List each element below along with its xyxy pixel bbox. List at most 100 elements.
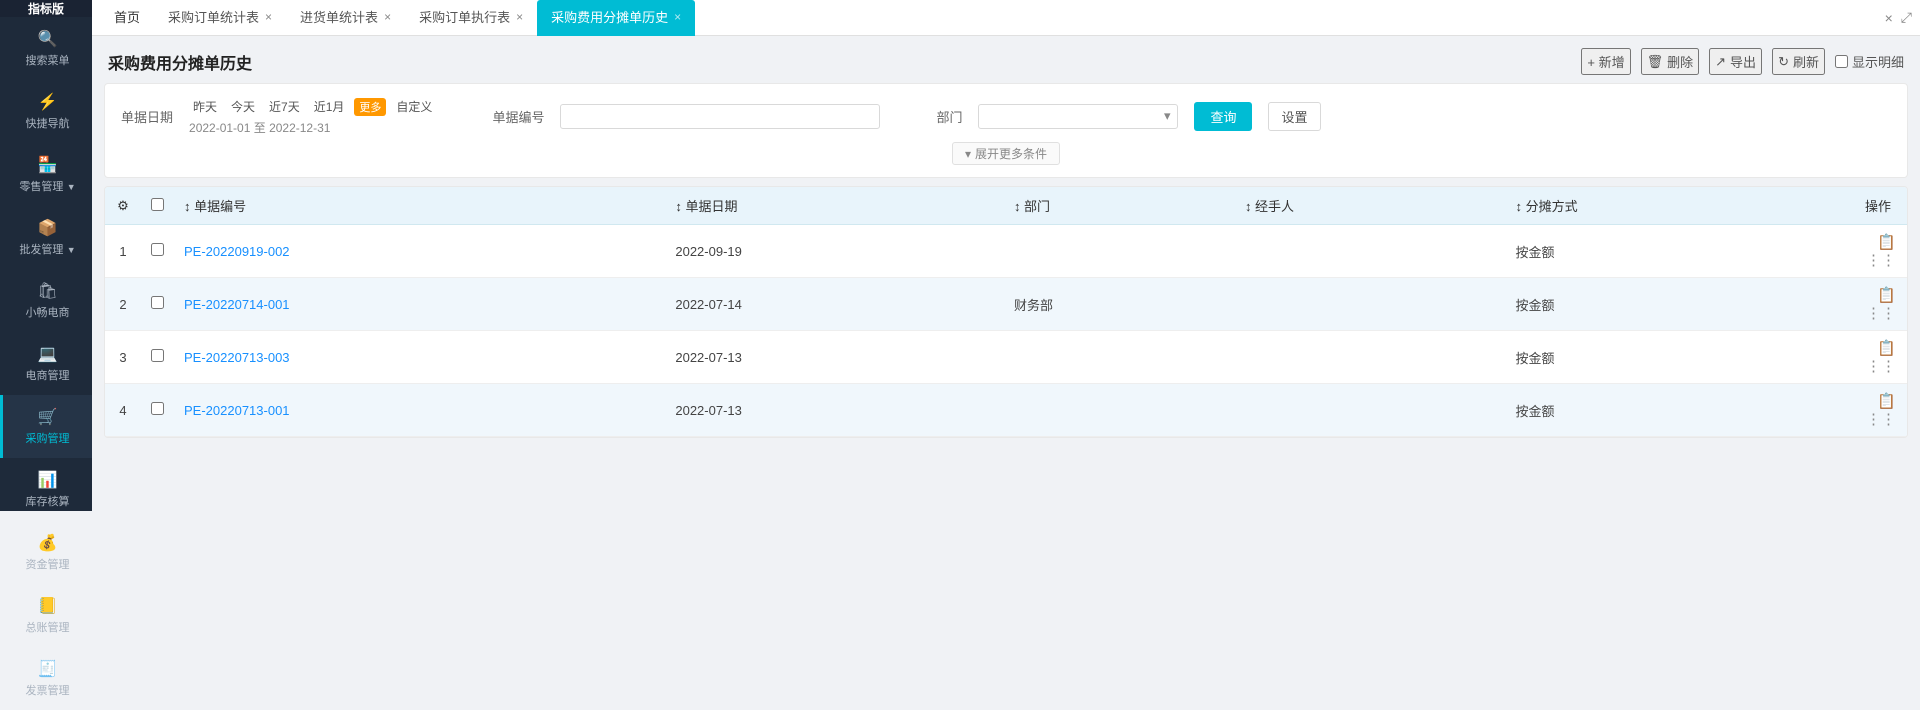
row-4-select[interactable]: [151, 402, 164, 415]
ecom-icon: 💻: [11, 344, 84, 364]
row-1-doc-date: 2022-09-19: [665, 225, 1004, 278]
main-area: 首页 采购订单统计表 × 进货单统计表 × 采购订单执行表 × 采购费用分摊单历…: [92, 0, 1920, 511]
row-4-actions: 📋 ⋮⋮: [1827, 384, 1907, 437]
date-opt-today[interactable]: 今天: [227, 96, 259, 117]
col-settings[interactable]: ⚙: [105, 187, 141, 225]
row-3-no: 3: [105, 331, 141, 384]
row-4-checkbox: [141, 384, 174, 437]
delete-icon: 🗑: [1647, 54, 1664, 70]
row-4-doc-link[interactable]: PE-20220713-001: [184, 403, 290, 418]
expand-button[interactable]: ▾ 展开更多条件: [952, 142, 1060, 165]
col-action: 操作: [1827, 187, 1907, 225]
refresh-icon: ↻: [1778, 54, 1789, 70]
finance-icon: 💰: [11, 533, 84, 553]
date-opt-custom[interactable]: 自定义: [392, 96, 436, 117]
row-3-doc-link[interactable]: PE-20220713-003: [184, 350, 290, 365]
row-4-split-method: 按金额: [1506, 384, 1828, 437]
delete-button[interactable]: 🗑 删除: [1641, 48, 1700, 75]
table-row: 1 PE-20220919-002 2022-09-19 按金额 📋 ⋮⋮: [105, 225, 1907, 278]
tab-close-purchase-order-summary[interactable]: ×: [265, 10, 272, 24]
tab-close-purchase-order-exec[interactable]: ×: [516, 10, 523, 24]
tab-purchase-order-exec[interactable]: 采购订单执行表 ×: [405, 0, 537, 36]
dept-filter-label: 部门: [936, 107, 962, 126]
window-maximize-icon[interactable]: ⤢: [1901, 9, 1912, 26]
row-1-more-icon[interactable]: ⋮⋮: [1863, 252, 1899, 269]
tab-home[interactable]: 首页: [100, 0, 154, 36]
sidebar-item-search[interactable]: 🔍 搜索菜单: [0, 17, 92, 80]
row-4-more-icon[interactable]: ⋮⋮: [1863, 411, 1899, 428]
row-1-doc-no: PE-20220919-002: [174, 225, 665, 278]
col-doc-no-label: ↕ 单据编号: [184, 199, 246, 214]
sidebar-item-finance[interactable]: 💰 资金管理: [0, 521, 92, 584]
dept-select[interactable]: 财务部: [978, 104, 1178, 129]
sidebar-item-retail[interactable]: 🏪 零售管理 ▼: [0, 143, 92, 206]
filter-row-1: 单据日期 昨天 今天 近7天 近1月 更多 自定义 2022-01-01 至 2…: [121, 96, 1891, 136]
sidebar-item-quick[interactable]: ⚡ 快捷导航: [0, 80, 92, 143]
row-4-edit-icon[interactable]: 📋: [1874, 393, 1899, 410]
invoice-icon: 🧾: [11, 659, 84, 679]
micro-icon: 🛍: [11, 281, 84, 301]
row-3-more-icon[interactable]: ⋮⋮: [1863, 358, 1899, 375]
header-actions: + 新增 🗑 删除 ↗ 导出 ↻ 刷新 显示明细: [1581, 48, 1904, 75]
export-button[interactable]: ↗ 导出: [1709, 48, 1762, 75]
row-1-no: 1: [105, 225, 141, 278]
settings-btn-group: 设置: [1268, 102, 1320, 131]
show-detail-checkbox[interactable]: [1835, 55, 1848, 68]
row-2-select[interactable]: [151, 296, 164, 309]
sidebar: 指标版 🔍 搜索菜单 ⚡ 快捷导航 🏪 零售管理 ▼ 📦 批发管理 ▼ 🛍 小畅…: [0, 0, 92, 511]
row-2-doc-no: PE-20220714-001: [174, 278, 665, 331]
search-icon: 🔍: [11, 29, 84, 49]
row-2-doc-link[interactable]: PE-20220714-001: [184, 297, 290, 312]
sidebar-logo: 指标版: [0, 0, 92, 17]
row-4-doc-date: 2022-07-13: [665, 384, 1004, 437]
row-2-dept: 财务部: [1004, 278, 1235, 331]
date-opt-7days[interactable]: 近7天: [265, 96, 304, 117]
filter-section: 单据日期 昨天 今天 近7天 近1月 更多 自定义 2022-01-01 至 2…: [104, 83, 1908, 178]
refresh-button[interactable]: ↻ 刷新: [1772, 48, 1825, 75]
tab-purchase-order-summary[interactable]: 采购订单统计表 ×: [154, 0, 286, 36]
date-opt-yesterday[interactable]: 昨天: [189, 96, 221, 117]
sidebar-item-purchase[interactable]: 🛒 采购管理: [0, 395, 92, 458]
row-2-more-icon[interactable]: ⋮⋮: [1863, 305, 1899, 322]
add-button[interactable]: + 新增: [1581, 48, 1630, 75]
row-3-actions: 📋 ⋮⋮: [1827, 331, 1907, 384]
sidebar-item-invoice[interactable]: 🧾 发票管理: [0, 647, 92, 710]
date-opt-more[interactable]: 更多: [354, 98, 386, 116]
table-header-row: ⚙ ↕ 单据编号 ↕ 单据日期 ↕ 部门 ↕ 经手人 ↕ 分摊方式 操作: [105, 187, 1907, 225]
date-opt-1month[interactable]: 近1月: [310, 96, 349, 117]
row-4-doc-no: PE-20220713-001: [174, 384, 665, 437]
export-icon: ↗: [1715, 54, 1726, 70]
row-1-handler: [1235, 225, 1506, 278]
row-2-edit-icon[interactable]: 📋: [1874, 287, 1899, 304]
expand-down-icon: ▾: [965, 147, 971, 161]
tab-close-purchase-goods-summary[interactable]: ×: [384, 10, 391, 24]
sidebar-item-wholesale[interactable]: 📦 批发管理 ▼: [0, 206, 92, 269]
row-4-handler: [1235, 384, 1506, 437]
query-button[interactable]: 查询: [1194, 102, 1252, 131]
select-all-checkbox[interactable]: [151, 198, 164, 211]
row-1-dept: [1004, 225, 1235, 278]
tab-purchase-cost-split[interactable]: 采购费用分摊单历史 ×: [537, 0, 695, 36]
tab-close-purchase-cost-split[interactable]: ×: [674, 10, 681, 24]
row-1-edit-icon[interactable]: 📋: [1874, 234, 1899, 251]
window-close-icon[interactable]: ×: [1885, 10, 1893, 26]
settings-button[interactable]: 设置: [1268, 102, 1320, 131]
sidebar-item-inventory[interactable]: 📊 库存核算: [0, 458, 92, 521]
doc-no-input[interactable]: [560, 104, 880, 129]
sidebar-item-micro[interactable]: 🛍 小畅电商: [0, 269, 92, 332]
row-3-checkbox: [141, 331, 174, 384]
dept-select-wrapper: 财务部: [978, 104, 1178, 129]
row-3-edit-icon[interactable]: 📋: [1874, 340, 1899, 357]
sidebar-item-ledger[interactable]: 📒 总账管理: [0, 584, 92, 647]
row-3-select[interactable]: [151, 349, 164, 362]
table-row: 4 PE-20220713-001 2022-07-13 按金额 📋 ⋮⋮: [105, 384, 1907, 437]
data-table: ⚙ ↕ 单据编号 ↕ 单据日期 ↕ 部门 ↕ 经手人 ↕ 分摊方式 操作: [105, 187, 1907, 437]
expand-row: ▾ 展开更多条件: [121, 142, 1891, 165]
row-1-doc-link[interactable]: PE-20220919-002: [184, 244, 290, 259]
sidebar-item-ecom[interactable]: 💻 电商管理: [0, 332, 92, 395]
tab-purchase-goods-summary[interactable]: 进货单统计表 ×: [286, 0, 405, 36]
row-2-split-method: 按金额: [1506, 278, 1828, 331]
show-detail-checkbox-label[interactable]: 显示明细: [1835, 52, 1904, 71]
row-1-select[interactable]: [151, 243, 164, 256]
inventory-icon: 📊: [11, 470, 84, 490]
